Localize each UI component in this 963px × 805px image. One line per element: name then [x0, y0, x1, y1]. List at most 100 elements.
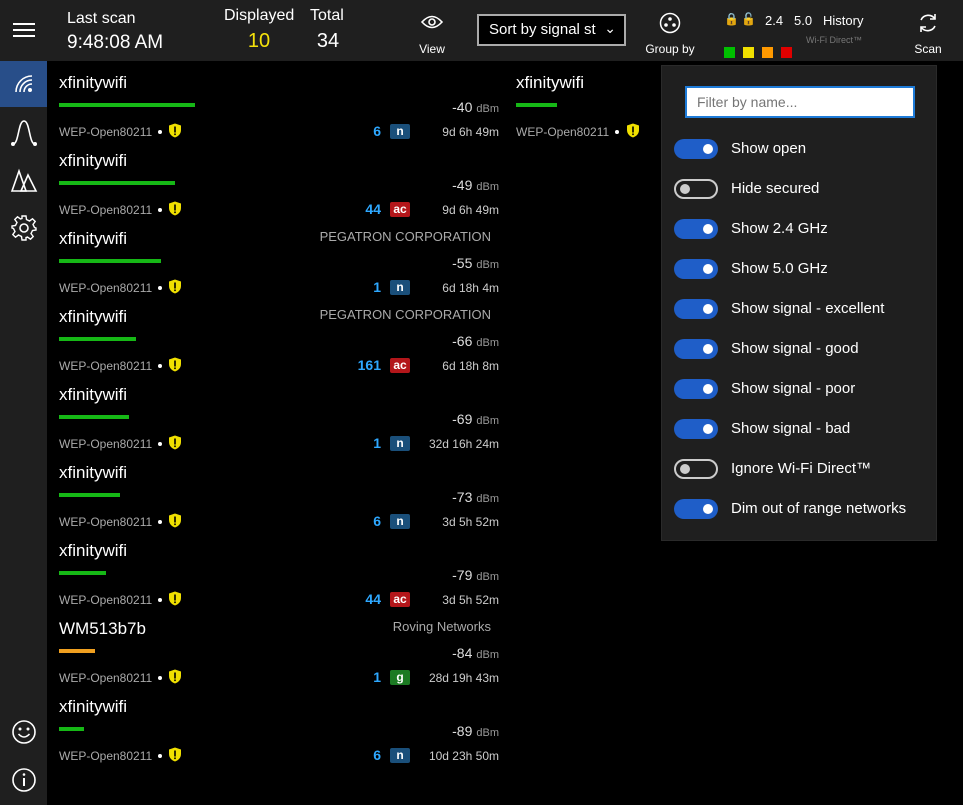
toggle-switch[interactable]	[674, 259, 718, 279]
network-item[interactable]: xfinitywifi -40 dBm WEP-Open80211 6 n 9d 6h 49…	[59, 61, 499, 139]
network-item[interactable]: xfinitywifi WEP-Open80211	[516, 61, 660, 139]
network-vendor: Roving Networks	[392, 619, 491, 634]
network-standard-badge: ac	[390, 592, 410, 607]
network-last-seen: 10d 23h 50m	[428, 749, 499, 763]
tents-icon	[10, 168, 37, 192]
network-channel: 44	[365, 201, 381, 217]
signal-strength-bar	[59, 103, 196, 107]
group-by-button[interactable]: Group by	[645, 12, 695, 56]
toggle-switch[interactable]	[674, 339, 718, 359]
toggle-switch[interactable]	[674, 299, 718, 319]
filter-by-name-input[interactable]	[685, 86, 915, 118]
network-security: WEP-Open80211	[59, 671, 167, 685]
network-item[interactable]: xfinitywifi PEGATRON CORPORATION -55 dBm WEP…	[59, 217, 499, 295]
signal-strength-bar	[59, 493, 121, 497]
graph-curve-icon	[10, 120, 37, 146]
toggle-switch[interactable]	[674, 419, 718, 439]
network-item[interactable]: xfinitywifi -89 dBm WEP-Open80211 6 n 10d 23h …	[59, 685, 499, 763]
network-item[interactable]: xfinitywifi -69 dBm WEP-Open80211 1 n 32d 16h …	[59, 373, 499, 451]
toggle-switch[interactable]	[674, 379, 718, 399]
smiley-icon	[11, 720, 36, 744]
toggle-label: Show signal - poor	[731, 380, 856, 397]
network-item[interactable]: xfinitywifi -49 dBm WEP-Open80211 44 ac 9d 6h …	[59, 139, 499, 217]
total-label: Total	[310, 7, 344, 24]
network-channel: 1	[373, 435, 381, 451]
toggle-switch[interactable]	[674, 459, 718, 479]
network-security: WEP-Open80211	[59, 359, 167, 373]
sidebar-item-about[interactable]	[0, 757, 47, 803]
wifi-direct-indicator: Wi-Fi Direct™	[806, 35, 862, 45]
network-last-seen: 9d 6h 49m	[442, 203, 499, 217]
toggle-switch[interactable]	[674, 499, 718, 519]
history-button[interactable]: History	[823, 13, 863, 28]
network-standard-badge: ac	[390, 202, 410, 217]
signal-value: -69 dBm	[452, 411, 499, 427]
shield-warning-icon	[169, 123, 181, 138]
network-item[interactable]: WM513b7b Roving Networks -84 dBm WEP-Open802…	[59, 607, 499, 685]
network-last-seen: 6d 18h 8m	[442, 359, 499, 373]
signal-strength-bar	[59, 337, 137, 341]
sidebar-item-graph[interactable]	[0, 109, 47, 155]
eye-icon	[420, 15, 444, 29]
network-vendor: PEGATRON CORPORATION	[319, 229, 491, 244]
network-ssid: xfinitywifi	[59, 307, 128, 326]
filter-toggle-row: Show signal - bad	[674, 419, 934, 441]
network-last-seen: 28d 19h 43m	[428, 671, 499, 685]
toggle-switch[interactable]	[674, 139, 718, 159]
toggle-switch[interactable]	[674, 219, 718, 239]
sidebar-item-channels[interactable]	[0, 157, 47, 203]
toggle-label: Dim out of range networks	[731, 500, 907, 517]
toggle-label: Show 2.4 GHz	[731, 220, 828, 237]
network-standard-badge: ac	[390, 358, 410, 373]
hamburger-menu-icon[interactable]	[13, 23, 35, 37]
filter-toggle-row: Show signal - poor	[674, 379, 934, 401]
network-security: WEP-Open80211	[59, 515, 167, 529]
signal-strength-bar	[59, 727, 85, 731]
toggle-label: Show signal - good	[731, 340, 859, 357]
toggle-knob	[703, 224, 713, 234]
lock-open-icon: 🔓	[741, 12, 756, 26]
toggle-knob	[703, 504, 713, 514]
signal-value: -79 dBm	[452, 567, 499, 583]
sidebar-item-feedback[interactable]	[0, 709, 47, 755]
shield-warning-icon	[169, 357, 181, 372]
network-list: xfinitywifi -40 dBm WEP-Open80211 6 n 9d 6h 49…	[47, 61, 507, 805]
signal-excellent-indicator	[724, 47, 735, 58]
network-security: WEP-Open80211	[59, 203, 167, 217]
signal-value: -73 dBm	[452, 489, 499, 505]
network-ssid: xfinitywifi	[59, 229, 128, 248]
network-channel: 6	[373, 513, 381, 529]
shield-warning-icon	[169, 201, 181, 216]
network-channel: 1	[373, 669, 381, 685]
network-item[interactable]: xfinitywifi PEGATRON CORPORATION -66 dBm WEP…	[59, 295, 499, 373]
network-ssid: xfinitywifi	[59, 73, 128, 92]
view-button[interactable]: View	[412, 12, 452, 56]
sort-dropdown[interactable]: Sort by signal st ⌄	[477, 14, 626, 46]
network-item[interactable]: xfinitywifi -73 dBm WEP-Open80211 6 n 3d 5h 52…	[59, 451, 499, 529]
sidebar-item-networks[interactable]	[0, 61, 47, 107]
network-standard-badge: n	[390, 514, 410, 529]
sidebar-item-settings[interactable]	[0, 205, 47, 251]
scan-button[interactable]: Scan	[908, 12, 948, 56]
network-security: WEP-Open80211	[59, 125, 167, 139]
shield-warning-icon	[169, 669, 181, 684]
network-ssid: xfinitywifi	[59, 541, 128, 560]
filter-toggle-row: Show 5.0 GHz	[674, 259, 934, 281]
shield-warning-icon	[169, 513, 181, 528]
network-item[interactable]: xfinitywifi -79 dBm WEP-Open80211 44 ac 3d 5h …	[59, 529, 499, 607]
filter-toggle-row: Dim out of range networks	[674, 499, 934, 521]
toggle-knob	[703, 384, 713, 394]
total-count: 34	[316, 30, 340, 52]
signal-strength-bar	[59, 649, 95, 653]
view-button-label: View	[419, 42, 445, 56]
band-24-label: 2.4	[765, 13, 784, 28]
shield-warning-icon	[627, 123, 639, 138]
toggle-switch[interactable]	[674, 179, 718, 199]
network-standard-badge: n	[390, 436, 410, 451]
network-ssid: xfinitywifi	[516, 73, 585, 92]
toggle-label: Show open	[731, 140, 807, 157]
filter-toggle-row: Show open	[674, 139, 934, 161]
network-last-seen: 32d 16h 24m	[428, 437, 499, 451]
signal-value: -55 dBm	[452, 255, 499, 271]
filter-toggle-row: Show signal - excellent	[674, 299, 934, 321]
